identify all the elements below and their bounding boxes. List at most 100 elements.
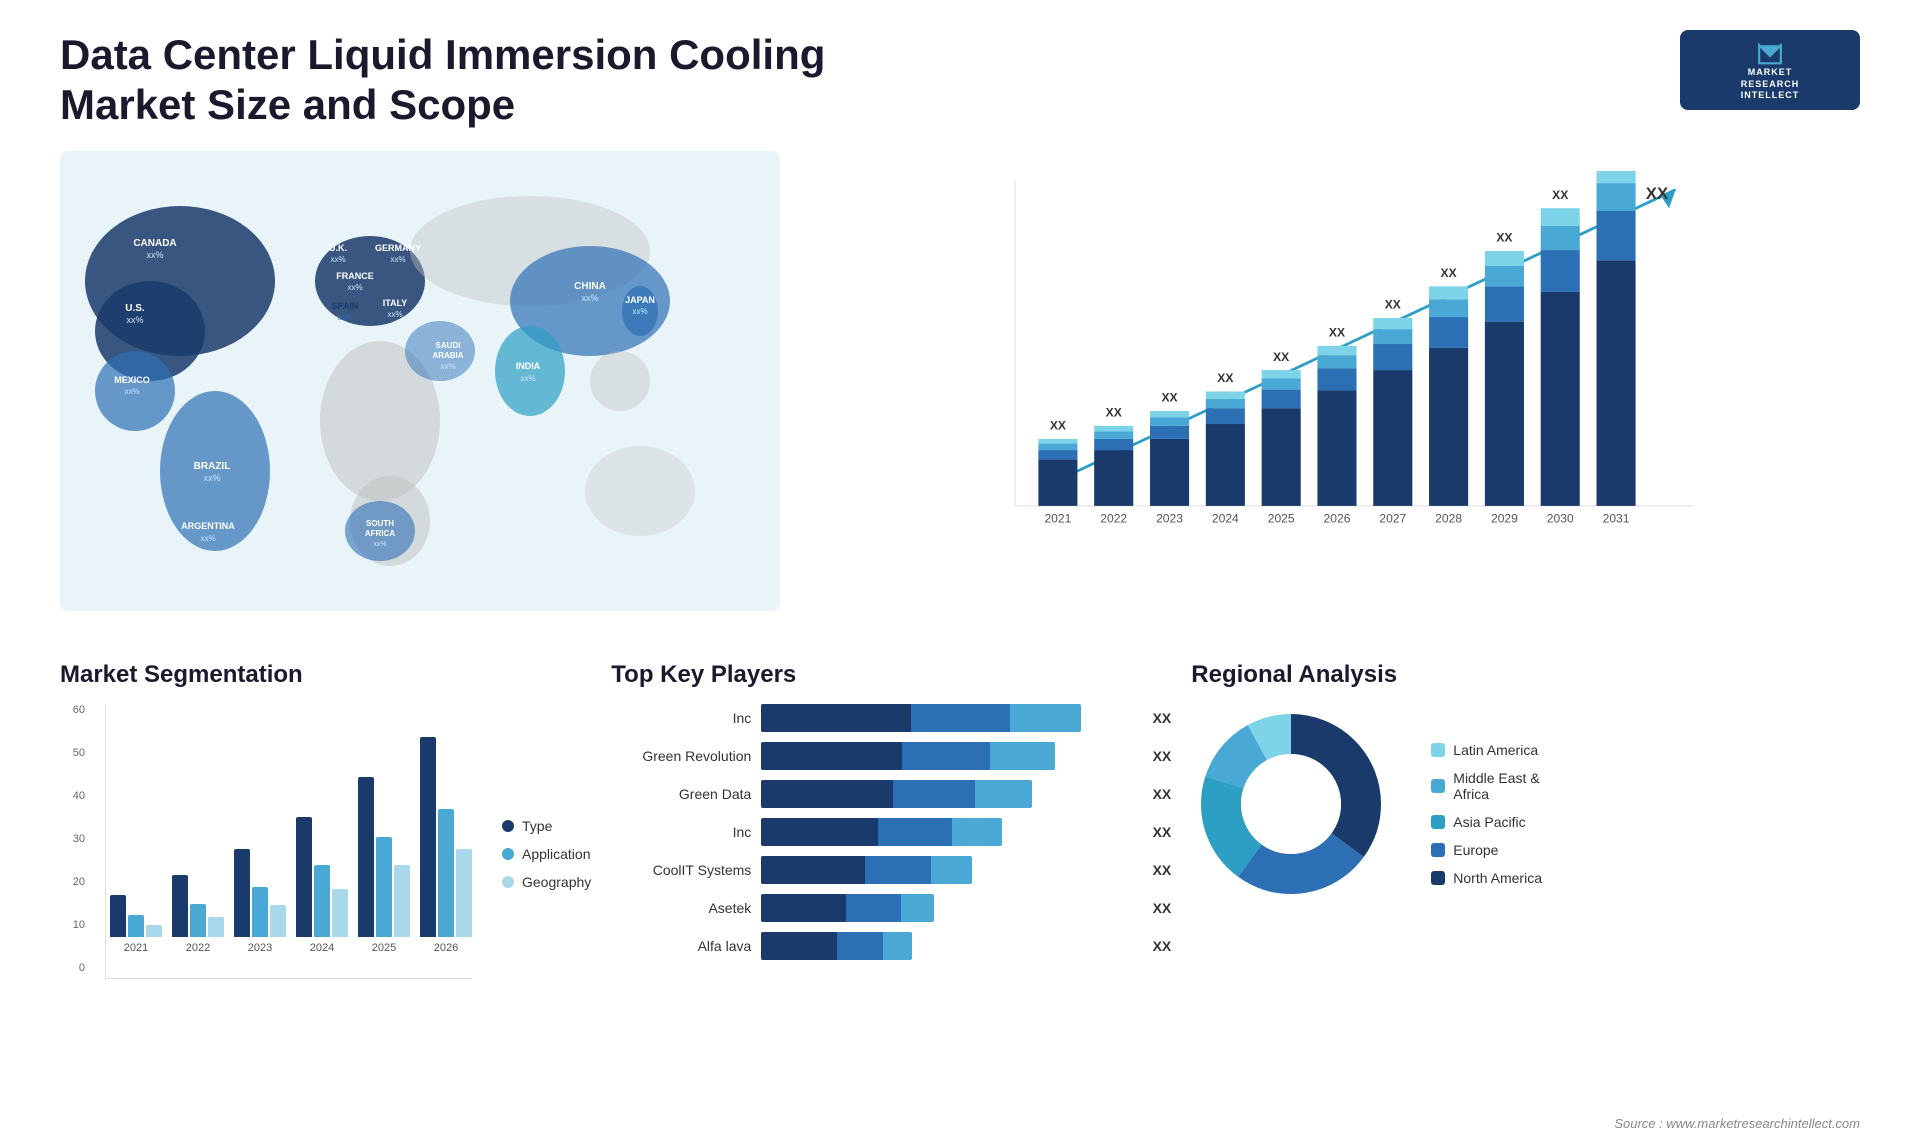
player-xx-inc1: XX bbox=[1153, 710, 1172, 726]
player-bar-bg-inc1 bbox=[761, 704, 1081, 732]
seg-bar-app bbox=[314, 865, 330, 937]
svg-text:2027: 2027 bbox=[1379, 511, 1406, 525]
svg-text:xx%: xx% bbox=[126, 315, 143, 325]
player-seg2 bbox=[893, 780, 975, 808]
svg-text:xx%: xx% bbox=[330, 255, 345, 264]
svg-text:2025: 2025 bbox=[1268, 511, 1295, 525]
svg-text:2029: 2029 bbox=[1491, 511, 1518, 525]
player-seg3 bbox=[883, 932, 912, 960]
svg-text:SAUDI: SAUDI bbox=[436, 341, 461, 350]
player-seg2 bbox=[911, 704, 1010, 732]
svg-text:xx%: xx% bbox=[373, 541, 386, 548]
svg-text:XX: XX bbox=[1273, 350, 1289, 364]
donut-svg bbox=[1191, 704, 1391, 904]
player-seg3 bbox=[975, 780, 1032, 808]
svg-text:SPAIN: SPAIN bbox=[332, 301, 359, 311]
svg-text:2031: 2031 bbox=[1603, 511, 1630, 525]
seg-bar-app bbox=[252, 887, 268, 937]
svg-text:XX: XX bbox=[1552, 188, 1568, 202]
seg-bars: 2021 2022 bbox=[105, 704, 472, 979]
svg-text:xx%: xx% bbox=[337, 313, 352, 322]
players-section: Top Key Players Inc XX Gr bbox=[611, 651, 1171, 1031]
segmentation-section: Market Segmentation 60 50 40 30 20 10 0 bbox=[60, 651, 591, 1031]
player-bar-bg-gd bbox=[761, 780, 1032, 808]
legend-dot-europe bbox=[1431, 843, 1445, 857]
seg-bar-group-2022: 2022 bbox=[172, 875, 224, 954]
svg-text:2023: 2023 bbox=[1156, 511, 1183, 525]
legend-item-geo: Geography bbox=[502, 874, 591, 890]
seg-bar-type bbox=[358, 777, 374, 937]
svg-text:XX: XX bbox=[1329, 325, 1345, 339]
player-bar-alfa bbox=[761, 932, 1137, 960]
seg-bar-geo bbox=[332, 889, 348, 937]
world-map-svg: CANADA xx% U.S. xx% MEXICO xx% BRAZIL xx… bbox=[60, 151, 780, 611]
svg-text:JAPAN: JAPAN bbox=[625, 295, 655, 305]
player-seg3 bbox=[1010, 704, 1081, 732]
player-seg3 bbox=[952, 818, 1002, 846]
legend-dot-type bbox=[502, 820, 514, 832]
player-bar-asetek bbox=[761, 894, 1137, 922]
seg-bar-stack bbox=[110, 895, 162, 937]
seg-bar-group-2024: 2024 bbox=[296, 817, 348, 954]
seg-bar-geo bbox=[394, 865, 410, 937]
player-name-asetek: Asetek bbox=[611, 900, 751, 916]
seg-x-axis-line bbox=[105, 978, 472, 979]
svg-text:AFRICA: AFRICA bbox=[365, 529, 395, 538]
svg-text:XX: XX bbox=[1496, 230, 1512, 244]
seg-bar-type bbox=[172, 875, 188, 937]
player-bar-bg-alfa bbox=[761, 932, 912, 960]
svg-text:CHINA: CHINA bbox=[574, 281, 606, 292]
main-container: Data Center Liquid Immersion Cooling Mar… bbox=[0, 0, 1920, 1146]
player-row-gr: Green Revolution XX bbox=[611, 742, 1171, 770]
legend-dot-mea bbox=[1431, 779, 1445, 793]
legend-north-america: North America bbox=[1431, 870, 1542, 886]
seg-bar-geo bbox=[270, 905, 286, 937]
legend-dot-latin bbox=[1431, 743, 1445, 757]
player-bar-bg-coolit bbox=[761, 856, 972, 884]
seg-y-labels: 60 50 40 30 20 10 0 bbox=[60, 704, 85, 1004]
player-xx-inc2: XX bbox=[1153, 824, 1172, 840]
player-seg1 bbox=[761, 742, 902, 770]
player-xx-gd: XX bbox=[1153, 786, 1172, 802]
svg-text:MEXICO: MEXICO bbox=[114, 375, 150, 385]
logo-area: MARKET RESEARCH INTELLECT bbox=[1680, 30, 1860, 110]
player-bar-inc1 bbox=[761, 704, 1137, 732]
svg-text:xx%: xx% bbox=[440, 362, 455, 371]
seg-bar-type bbox=[234, 849, 250, 937]
player-xx-alfa: XX bbox=[1153, 938, 1172, 954]
player-row-inc1: Inc XX bbox=[611, 704, 1171, 732]
svg-text:XX: XX bbox=[1161, 390, 1177, 404]
svg-text:XX: XX bbox=[1106, 405, 1122, 419]
player-seg3 bbox=[901, 894, 935, 922]
player-bar-bg-inc2 bbox=[761, 818, 1002, 846]
player-name-gr: Green Revolution bbox=[611, 748, 751, 764]
seg-bar-geo bbox=[456, 849, 472, 937]
player-seg3 bbox=[990, 742, 1054, 770]
player-row-asetek: Asetek XX bbox=[611, 894, 1171, 922]
regional-content: Latin America Middle East &Africa Asia P… bbox=[1191, 704, 1860, 924]
svg-text:U.S.: U.S. bbox=[125, 303, 145, 314]
player-row-alfa: Alfa lava XX bbox=[611, 932, 1171, 960]
player-seg2 bbox=[837, 932, 883, 960]
player-seg2 bbox=[878, 818, 953, 846]
player-bar-inc2 bbox=[761, 818, 1137, 846]
svg-text:ARABIA: ARABIA bbox=[432, 351, 463, 360]
chart-section: XX 2021 XX 2022 XX 2023 bbox=[800, 151, 1860, 631]
player-name-gd: Green Data bbox=[611, 786, 751, 802]
seg-bars-container: 2021 2022 bbox=[105, 704, 472, 1004]
seg-bar-stack bbox=[172, 875, 224, 937]
seg-bar-group-2021: 2021 bbox=[110, 895, 162, 954]
logo-icon bbox=[1750, 38, 1790, 67]
svg-text:ARGENTINA: ARGENTINA bbox=[181, 521, 235, 531]
seg-bar-app bbox=[190, 904, 206, 937]
player-seg2 bbox=[846, 894, 901, 922]
seg-bar-app bbox=[128, 915, 144, 937]
svg-text:xx%: xx% bbox=[200, 534, 215, 543]
svg-text:CANADA: CANADA bbox=[133, 238, 176, 249]
player-row-gd: Green Data XX bbox=[611, 780, 1171, 808]
seg-bar-group-2026: 2026 bbox=[420, 737, 472, 954]
donut-chart bbox=[1191, 704, 1411, 924]
seg-chart-area: 60 50 40 30 20 10 0 bbox=[60, 704, 591, 1004]
svg-text:xx%: xx% bbox=[581, 293, 598, 303]
player-row-inc2: Inc XX bbox=[611, 818, 1171, 846]
